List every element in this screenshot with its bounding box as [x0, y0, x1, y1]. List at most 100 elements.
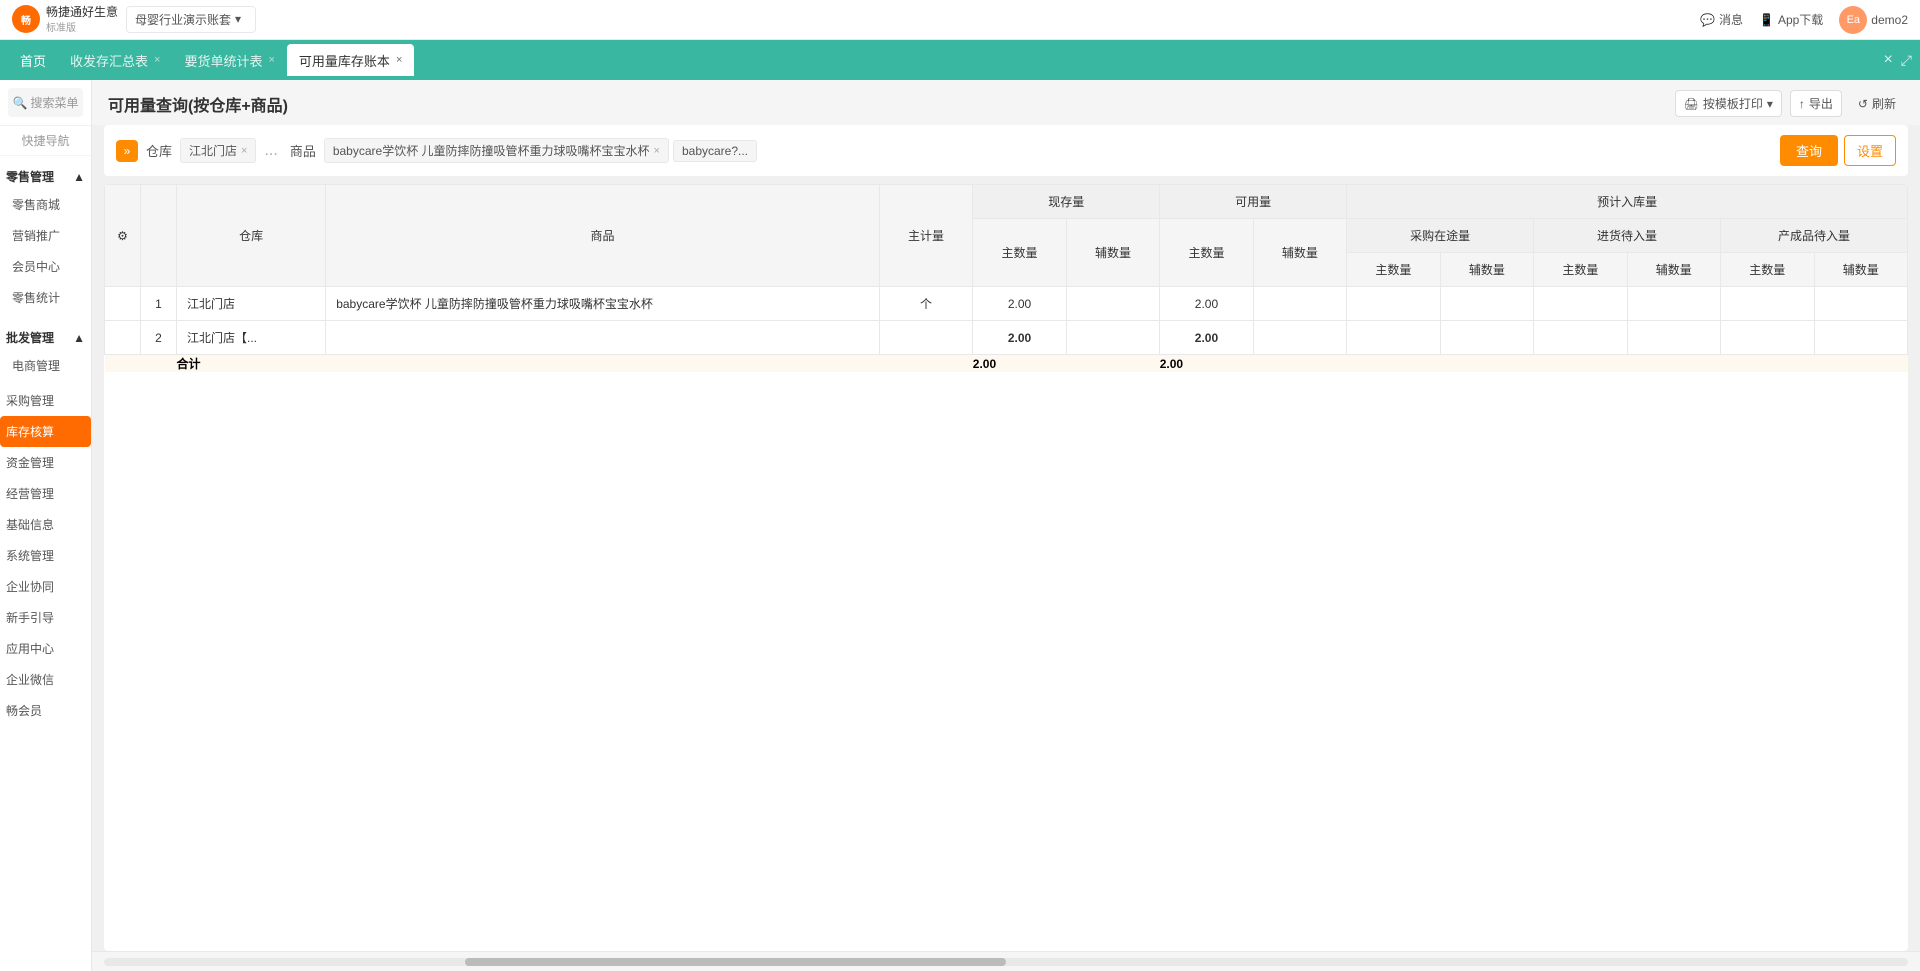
th-stock-group: 现存量: [973, 185, 1160, 219]
th-no: [141, 185, 177, 287]
sidebar-section-retail: 零售管理 ▲ 零售商城 营销推广 会员中心 零售统计: [0, 156, 91, 317]
sidebar-item-operations[interactable]: 经营管理: [0, 478, 91, 509]
th-stock-main: 主数量: [973, 219, 1066, 287]
filter-actions: 查询 设置: [1780, 135, 1896, 166]
sidebar-item-new-guide[interactable]: 新手引导: [0, 602, 91, 633]
goods-tag-1-value: babycare学饮杯 儿童防摔防撞吸管杯重力球吸嘴杯宝宝水杯: [333, 142, 650, 159]
tab-available-stock[interactable]: 可用量库存账本 ×: [287, 44, 414, 76]
cell-avail-aux: [1253, 321, 1346, 355]
settings-button[interactable]: 设置: [1844, 135, 1896, 166]
main-layout: 🔍 搜索菜单 快捷导航 零售管理 ▲ 零售商城 营销推广 会员中心 零售统计: [0, 80, 1920, 971]
expand-icon[interactable]: ⤢: [1901, 52, 1912, 69]
cell-inbound-wait-main: [1534, 287, 1627, 321]
sidebar-item-finance[interactable]: 资金管理: [0, 447, 91, 478]
sidebar-item-members[interactable]: 会员中心: [6, 251, 85, 282]
remove-goods-1-icon[interactable]: ×: [654, 145, 660, 157]
tab-order-stats[interactable]: 要货单统计表 ×: [172, 44, 286, 76]
goods-tag-2-value: babycare?...: [682, 144, 748, 158]
sidebar-item-system[interactable]: 系统管理: [0, 540, 91, 571]
tab-available-stock-label: 可用量库存账本: [299, 51, 390, 70]
message-action[interactable]: 💬 消息: [1700, 11, 1743, 28]
refresh-label: 刷新: [1872, 95, 1896, 112]
user-area[interactable]: Ea demo2: [1839, 6, 1908, 34]
tenant-select[interactable]: 母婴行业演示账套 ▾: [126, 6, 256, 33]
footer-inbound-wait-main: [1534, 355, 1627, 373]
refresh-button[interactable]: ↺ 刷新: [1850, 91, 1904, 116]
close-icon[interactable]: ×: [396, 54, 402, 66]
footer-product-main: [1721, 355, 1814, 373]
cell-unit: [879, 321, 972, 355]
cell-avail-main: 2.00: [1160, 321, 1253, 355]
tenant-name: 母婴行业演示账套: [135, 11, 231, 28]
warehouse-tag-value: 江北门店: [189, 142, 237, 159]
sidebar-search: 🔍 搜索菜单: [0, 80, 91, 126]
cell-purchase-main: [1347, 287, 1440, 321]
query-button[interactable]: 查询: [1780, 135, 1838, 166]
goods-label: 商品: [290, 141, 316, 160]
app-download-label: App下载: [1778, 11, 1823, 28]
sidebar-item-member-app[interactable]: 畅会员: [0, 695, 91, 726]
sidebar-item-retail-store[interactable]: 零售商城: [6, 189, 85, 220]
th-product-main: 主数量: [1721, 253, 1814, 287]
phone-icon: 📱: [1759, 13, 1774, 27]
cell-stock-aux: [1066, 321, 1159, 355]
sidebar: 🔍 搜索菜单 快捷导航 零售管理 ▲ 零售商城 营销推广 会员中心 零售统计: [0, 80, 92, 971]
th-purchase-main: 主数量: [1347, 253, 1440, 287]
sidebar-item-inventory[interactable]: 库存核算: [0, 416, 91, 447]
filter-dots[interactable]: ...: [260, 142, 281, 160]
tab-close-all-button[interactable]: ×: [1883, 51, 1892, 69]
footer-purchase-main: [1347, 355, 1440, 373]
sidebar-item-retail-stats[interactable]: 零售统计: [6, 282, 85, 313]
app-download-action[interactable]: 📱 App下载: [1759, 11, 1823, 28]
close-icon[interactable]: ×: [268, 54, 274, 66]
chevron-down-icon: ▾: [1767, 97, 1773, 111]
cell-product-main: [1721, 321, 1814, 355]
sidebar-item-ecommerce[interactable]: 电商管理: [6, 350, 85, 381]
cell-avail-main: 2.00: [1160, 287, 1253, 321]
sidebar-item-basic-info[interactable]: 基础信息: [0, 509, 91, 540]
sidebar-section-retail-label[interactable]: 零售管理 ▲: [6, 164, 85, 189]
scrollbar-thumb[interactable]: [465, 958, 1006, 966]
sidebar-item-marketing[interactable]: 营销推广: [6, 220, 85, 251]
tab-receive-summary[interactable]: 收发存汇总表 ×: [58, 44, 172, 76]
sidebar-item-purchase[interactable]: 采购管理: [0, 385, 91, 416]
cell-inbound-wait-aux: [1627, 321, 1720, 355]
cell-gear: [105, 321, 141, 355]
sidebar-item-app-center[interactable]: 应用中心: [0, 633, 91, 664]
sidebar-item-quick-nav[interactable]: 快捷导航: [0, 126, 91, 156]
sidebar-item-enterprise[interactable]: 企业协同: [0, 571, 91, 602]
footer-goods: [326, 355, 880, 373]
print-icon: 🖨: [1684, 97, 1699, 111]
tab-receive-summary-label: 收发存汇总表: [70, 51, 148, 70]
footer-stock-aux: [1066, 355, 1159, 373]
chevron-down-icon: ▾: [235, 12, 241, 26]
cell-purchase-main: [1347, 321, 1440, 355]
export-button[interactable]: ↑ 导出: [1790, 90, 1842, 117]
sidebar-section-wholesale-label[interactable]: 批发管理 ▲: [6, 325, 85, 350]
close-icon[interactable]: ×: [154, 54, 160, 66]
th-warehouse: 仓库: [177, 185, 326, 287]
tab-home[interactable]: 首页: [8, 44, 58, 76]
horizontal-scrollbar[interactable]: [104, 958, 1908, 966]
cell-stock-aux: [1066, 287, 1159, 321]
search-menu-button[interactable]: 🔍 搜索菜单: [8, 88, 83, 117]
page-header: 可用量查询(按仓库+商品) 🖨 按模板打印 ▾ ↑ 导出 ↺ 刷新: [92, 80, 1920, 125]
footer-product-aux: [1814, 355, 1908, 373]
warehouse-tags: 江北门店 × ...: [180, 138, 282, 163]
chevron-icon: ▲: [73, 331, 85, 345]
footer-avail-aux: [1253, 355, 1346, 373]
search-menu-label: 搜索菜单: [30, 94, 78, 111]
th-gear[interactable]: ⚙: [105, 185, 141, 287]
remove-warehouse-icon[interactable]: ×: [241, 145, 247, 157]
sidebar-section-wholesale: 批发管理 ▲ 电商管理: [0, 317, 91, 385]
th-purchase-aux: 辅数量: [1440, 253, 1533, 287]
th-avail-group: 可用量: [1160, 185, 1347, 219]
cell-inbound-wait-main: [1534, 321, 1627, 355]
cell-gear: [105, 287, 141, 321]
expand-icon: »: [124, 144, 131, 158]
sidebar-item-wecom[interactable]: 企业微信: [0, 664, 91, 695]
th-goods: 商品: [326, 185, 880, 287]
filter-expand-button[interactable]: »: [116, 140, 138, 162]
logo-text-block: 畅捷通好生意 标准版: [46, 5, 118, 34]
print-button[interactable]: 🖨 按模板打印 ▾: [1675, 90, 1782, 117]
